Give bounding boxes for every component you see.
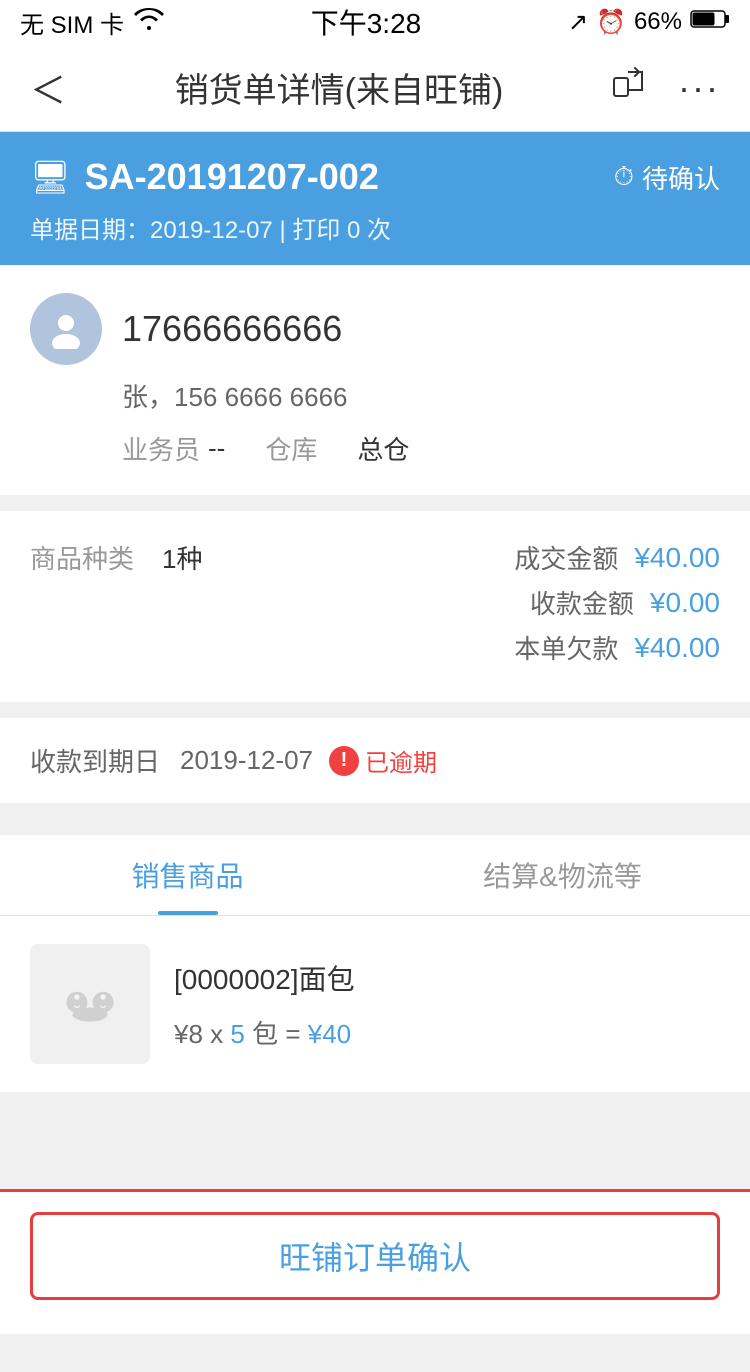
confirm-order-button[interactable]: 旺铺订单确认 (30, 1212, 720, 1300)
product-info: [0000002]面包 ¥8 x 5 包 = ¥40 (174, 958, 720, 1051)
balance-value: ¥40.00 (634, 632, 720, 664)
more-icon[interactable]: ··· (678, 67, 720, 109)
tab-settlement[interactable]: 结算&物流等 (375, 835, 750, 915)
print-separator: | (279, 217, 292, 244)
section-divider-2 (0, 702, 750, 718)
product-total: ¥40 (308, 1019, 351, 1049)
tabs-section: 销售商品 结算&物流等 (0, 835, 750, 916)
warehouse-value: 总仓 (357, 430, 409, 467)
status-bar-right: ↗ ⏰ 66% (568, 8, 730, 37)
summary-left: 商品种类 1种 (30, 539, 420, 576)
back-button[interactable]: ＜ (30, 62, 66, 114)
product-section: [0000002]面包 ¥8 x 5 包 = ¥40 (0, 916, 750, 1092)
product-type-label: 商品种类 (30, 539, 150, 576)
order-icon: 🖥 (30, 158, 71, 196)
status-text: 待确认 (642, 159, 720, 196)
section-divider-1 (0, 495, 750, 511)
print-info: 打印 0 次 (292, 217, 391, 244)
share-icon[interactable] (612, 66, 648, 109)
product-name: [0000002]面包 (174, 958, 720, 998)
tab-settlement-label: 结算&物流等 (483, 855, 642, 895)
order-header: 🖥 SA-20191207-002 ⏱ 待确认 单据日期：2019-12-07 … (0, 132, 750, 265)
summary-row: 商品种类 1种 成交金额 ¥40.00 收款金额 ¥0.00 本单欠款 ¥40.… (30, 539, 720, 674)
summary-section: 商品种类 1种 成交金额 ¥40.00 收款金额 ¥0.00 本单欠款 ¥40.… (0, 511, 750, 702)
clock-icon: ⏱ (614, 161, 634, 193)
location-icon: ↗ (568, 8, 588, 37)
tab-products-label: 销售商品 (131, 855, 243, 895)
nav-bar-actions: ··· (612, 66, 720, 109)
due-date-label: 收款到期日 (30, 742, 160, 779)
battery-level: 66% (634, 8, 682, 36)
confirm-button-wrapper: 旺铺订单确认 (0, 1189, 750, 1334)
receipt-value: ¥0.00 (650, 587, 720, 619)
sales-value: -- (208, 433, 225, 464)
battery-icon (690, 8, 730, 37)
customer-phone: 17666666666 (122, 308, 342, 350)
receipt-row: 收款金额 ¥0.00 (440, 584, 720, 621)
product-price: ¥8 x 5 包 = ¥40 (174, 1019, 351, 1049)
product-item: [0000002]面包 ¥8 x 5 包 = ¥40 (0, 916, 750, 1092)
balance-row: 本单欠款 ¥40.00 (440, 629, 720, 666)
info-divider: 仓库 (265, 430, 317, 467)
due-section: 收款到期日 2019-12-07 ! 已逾期 (0, 718, 750, 803)
order-header-top: 🖥 SA-20191207-002 ⏱ 待确认 (30, 156, 720, 198)
sim-status: 无 SIM 卡 (20, 5, 124, 40)
sales-label: 业务员 (122, 430, 200, 467)
order-date: 单据日期：2019-12-07 (30, 217, 273, 244)
product-image (30, 944, 150, 1064)
balance-label: 本单欠款 (514, 629, 618, 666)
customer-name: 张，156 6666 6666 (122, 377, 720, 414)
wifi-icon (134, 8, 164, 37)
page-title: 销货单详情(来自旺铺) (175, 63, 504, 112)
transaction-row: 成交金额 ¥40.00 (440, 539, 720, 576)
status-bar: 无 SIM 卡 下午3:28 ↗ ⏰ 66% (0, 0, 750, 44)
tab-products[interactable]: 销售商品 (0, 835, 375, 915)
tabs-row: 销售商品 结算&物流等 (0, 835, 750, 915)
customer-top: 17666666666 (30, 293, 720, 365)
summary-right: 成交金额 ¥40.00 收款金额 ¥0.00 本单欠款 ¥40.00 (440, 539, 720, 674)
section-divider-3 (0, 803, 750, 819)
order-meta: 单据日期：2019-12-07 | 打印 0 次 (30, 210, 720, 245)
product-type-value: 1种 (162, 539, 202, 576)
product-price-row: ¥8 x 5 包 = ¥40 (174, 1014, 720, 1051)
receipt-label: 收款金额 (530, 584, 634, 621)
order-id: SA-20191207-002 (85, 156, 379, 198)
customer-section: 17666666666 张，156 6666 6666 业务员 -- 仓库 总仓 (0, 265, 750, 495)
product-qty: 5 (230, 1019, 244, 1049)
customer-info-row: 业务员 -- 仓库 总仓 (122, 430, 720, 467)
overdue-icon: ! (329, 746, 359, 776)
status-bar-time: 下午3:28 (311, 2, 422, 42)
overdue-badge: ! 已逾期 (329, 743, 437, 778)
transaction-label: 成交金额 (514, 539, 618, 576)
nav-bar: ＜ 销货单详情(来自旺铺) ··· (0, 44, 750, 132)
product-type-row: 商品种类 1种 (30, 539, 420, 576)
status-bar-left: 无 SIM 卡 (20, 5, 164, 40)
overdue-text: 已逾期 (365, 743, 437, 778)
due-date-value: 2019-12-07 (180, 745, 313, 776)
transaction-value: ¥40.00 (634, 542, 720, 574)
order-status: ⏱ 待确认 (614, 159, 720, 196)
alarm-icon: ⏰ (596, 8, 626, 37)
avatar (30, 293, 102, 365)
